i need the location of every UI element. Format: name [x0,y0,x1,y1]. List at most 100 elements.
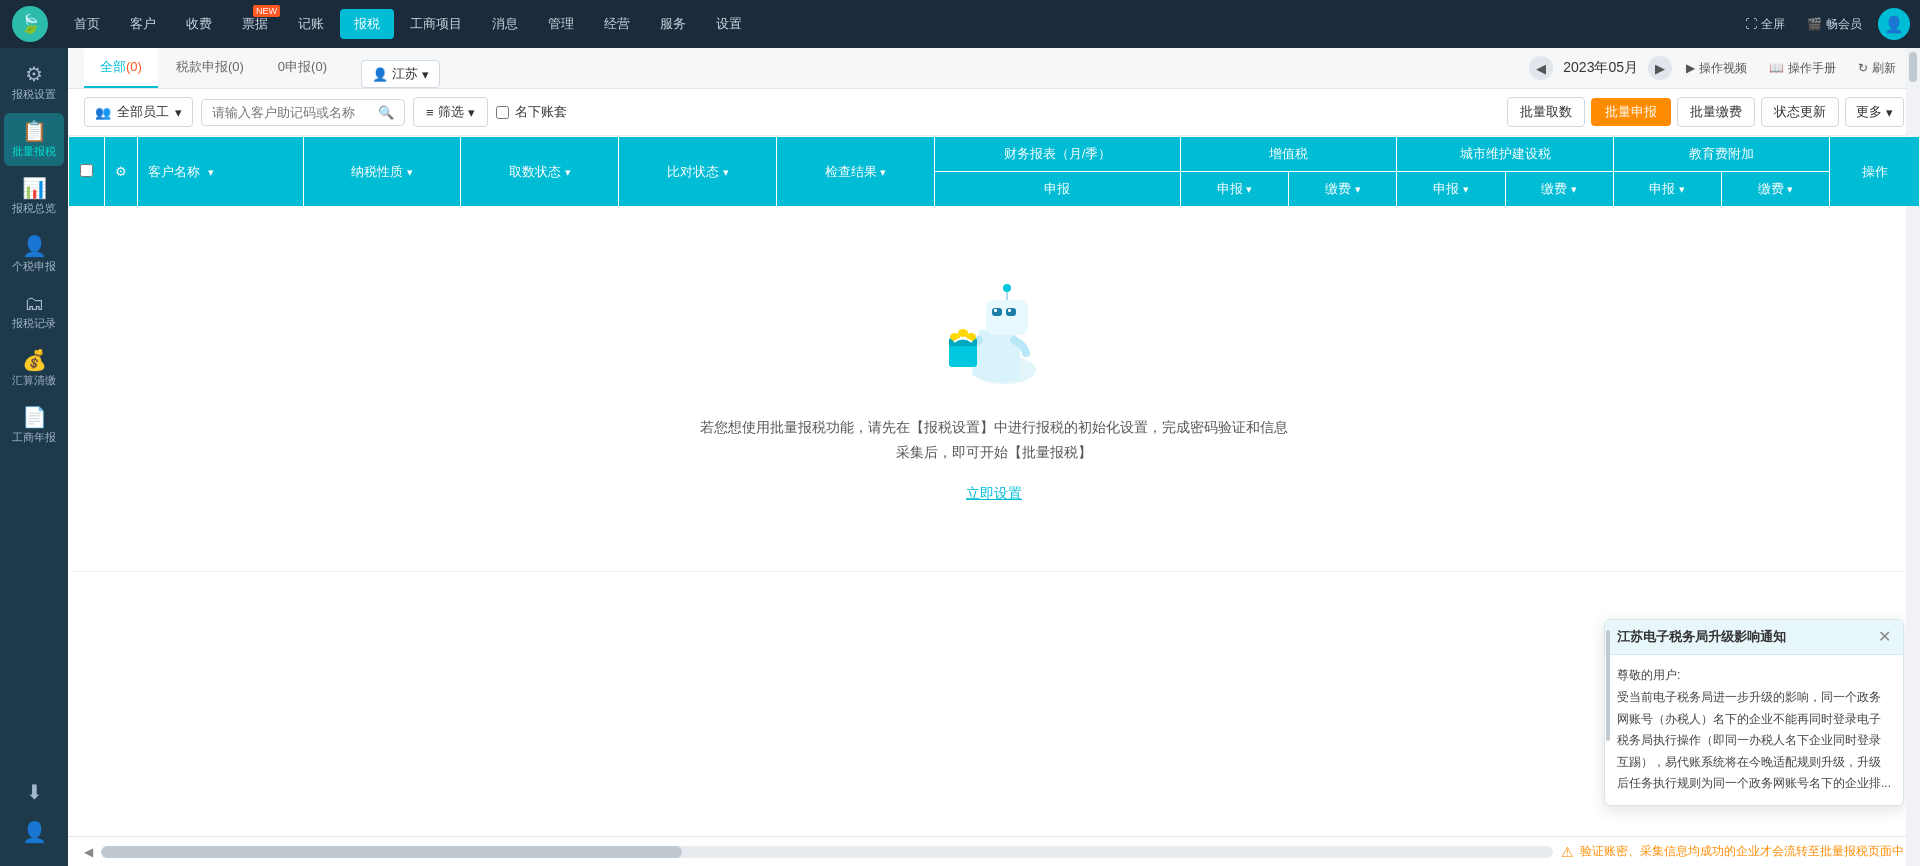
sidebar-item-tax-settings[interactable]: ⚙ 报税设置 [4,56,64,109]
filter-icon[interactable]: ▾ [407,166,413,178]
compare-status-header: 比对状态 ▾ [619,137,777,207]
nav-customer[interactable]: 客户 [116,9,170,39]
filter-icon[interactable]: ▾ [1787,183,1793,195]
svg-point-7 [1003,284,1011,292]
status-update-button[interactable]: 状态更新 [1761,97,1839,127]
city-maintenance-header: 城市维护建设税 [1397,137,1613,172]
table-row: 若您想使用批量报税功能，请先在【报税设置】中进行报税的初始化设置，完成密码验证和… [69,207,1920,572]
filter-icon[interactable]: ▾ [1463,183,1469,195]
sidebar-item-bulk-tax[interactable]: 📋 批量报税 [4,113,64,166]
nav-invoice[interactable]: 票据 NEW [228,9,282,39]
vat-pay-subheader: 缴费 ▾ [1289,172,1397,207]
more-button[interactable]: 更多 ▾ [1845,97,1904,127]
nav-message[interactable]: 消息 [478,9,532,39]
svg-rect-1 [986,300,1028,335]
user-avatar[interactable]: 👤 [1878,8,1910,40]
nav-tax[interactable]: 报税 [340,9,394,39]
sidebar-bottom: ⬇ 👤 [4,774,64,858]
filter-icon[interactable]: ▾ [723,166,729,178]
chevron-down-icon: ▾ [468,105,475,120]
new-badge: NEW [253,5,280,17]
vat-header: 增值税 [1180,137,1396,172]
robot-illustration [924,275,1064,395]
fullscreen-button[interactable]: ⛶ 全屏 [1739,12,1791,37]
membership-button[interactable]: 🎬 畅会员 [1801,12,1868,37]
search-box[interactable]: 🔍 [201,99,405,126]
sidebar-item-download[interactable]: ⬇ [4,774,64,810]
nav-home[interactable]: 首页 [60,9,114,39]
nav-operation[interactable]: 经营 [590,9,644,39]
warning-icon: ⚠ [1561,844,1574,860]
operations-header: 操作 [1830,137,1920,207]
employee-select[interactable]: 👥 全部员工 ▾ [84,97,193,127]
notification-header: 江苏电子税务局升级影响通知 ✕ [1605,620,1903,655]
filter-icon[interactable]: ▾ [1571,183,1577,195]
notification-close-button[interactable]: ✕ [1878,629,1891,645]
vat-declare-subheader: 申报 ▾ [1180,172,1288,207]
bulk-fetch-button[interactable]: 批量取数 [1507,97,1585,127]
notification-title: 江苏电子税务局升级影响通知 [1617,628,1786,646]
sidebar-item-user[interactable]: 👤 [4,814,64,850]
tabs-region: 全部(0) 税款申报(0) 0申报(0) 👤 江苏 ▾ ◀ 2023 [68,48,1920,89]
date-navigator: ◀ 2023年05月 ▶ [1529,56,1672,80]
bulk-declare-button[interactable]: 批量申报 [1591,98,1671,126]
svg-rect-3 [1006,308,1016,316]
personal-tax-icon: 👤 [22,236,47,256]
sidebar-item-settlement[interactable]: 💰 汇算清缴 [4,342,64,395]
sidebar-item-personal-tax[interactable]: 👤 个税申报 [4,228,64,281]
bulk-tax-icon: 📋 [22,121,47,141]
tab-tax-declare[interactable]: 税款申报(0) [160,48,260,88]
accounts-checkbox[interactable] [496,106,509,119]
filter-button[interactable]: ≡ 筛选 ▾ [413,97,488,127]
location-icon: 👤 [372,67,388,82]
refresh-button[interactable]: ↻ 刷新 [1850,57,1904,80]
search-input[interactable] [212,105,372,120]
tax-settings-icon: ⚙ [25,64,43,84]
filter-icon[interactable]: ▾ [1679,183,1685,195]
select-all-checkbox[interactable] [80,164,93,177]
tabs-list: 全部(0) 税款申报(0) 0申报(0) 👤 江苏 ▾ [84,48,440,88]
nav-settings[interactable]: 设置 [702,9,756,39]
operation-manual-button[interactable]: 📖 操作手册 [1761,57,1844,80]
accounts-checkbox-label[interactable]: 名下账套 [496,103,567,121]
svg-rect-5 [1008,309,1011,312]
filter-icon[interactable]: ▾ [208,166,214,178]
filter-icon[interactable]: ▾ [565,166,571,178]
play-icon: ▶ [1686,61,1695,75]
scroll-left-arrow[interactable]: ◀ [84,845,93,859]
nav-billing[interactable]: 收费 [172,9,226,39]
app-logo[interactable]: 🍃 [10,4,50,44]
setup-link[interactable]: 立即设置 [966,485,1022,503]
scroll-thumb [101,846,682,858]
bulk-pay-button[interactable]: 批量缴费 [1677,97,1755,127]
prev-month-button[interactable]: ◀ [1529,56,1553,80]
operation-video-button[interactable]: ▶ 操作视频 [1678,57,1755,80]
next-month-button[interactable]: ▶ [1648,56,1672,80]
empty-state: 若您想使用批量报税功能，请先在【报税设置】中进行报税的初始化设置，完成密码验证和… [79,215,1910,563]
annual-report-icon: 📄 [22,407,47,427]
notification-body: 尊敬的用户: 受当前电子税务局进一步升级的影响，同一个政务网账号（办税人）名下的… [1605,655,1903,805]
sidebar-item-tax-record[interactable]: 🗂 报税记录 [4,285,64,338]
check-result-header: 检查结果 ▾ [777,137,935,207]
sidebar-item-annual-report[interactable]: 📄 工商年报 [4,399,64,452]
edu-pay-subheader: 缴费 ▾ [1721,172,1829,207]
tab-zero-declare[interactable]: 0申报(0) [262,48,343,88]
nav-accounting[interactable]: 记账 [284,9,338,39]
nav-business[interactable]: 工商项目 [396,9,476,39]
customer-name-header: 客户名称 ▾ [138,137,304,207]
province-selector[interactable]: 👤 江苏 ▾ [361,60,440,88]
nav-service[interactable]: 服务 [646,9,700,39]
horizontal-scrollbar[interactable] [101,846,1553,858]
left-sidebar: ⚙ 报税设置 📋 批量报税 📊 报税总览 👤 个税申报 🗂 报税记录 💰 汇算清… [0,48,68,866]
tab-all[interactable]: 全部(0) [84,48,158,88]
filter-icon[interactable]: ▾ [1246,183,1252,195]
toolbar-left: 👥 全部员工 ▾ 🔍 ≡ 筛选 ▾ 名下账套 [84,97,1499,127]
nav-manage[interactable]: 管理 [534,9,588,39]
filter-icon[interactable]: ▾ [1355,183,1361,195]
sidebar-item-tax-overview[interactable]: 📊 报税总览 [4,170,64,223]
bottom-bar: ◀ ⚠ 验证账密、采集信息均成功的企业才会流转至批量报税页面中 [68,836,1920,866]
svg-rect-8 [949,343,977,367]
notification-scrollbar[interactable] [1606,630,1610,741]
search-icon[interactable]: 🔍 [378,105,394,120]
filter-icon[interactable]: ▾ [880,166,886,178]
